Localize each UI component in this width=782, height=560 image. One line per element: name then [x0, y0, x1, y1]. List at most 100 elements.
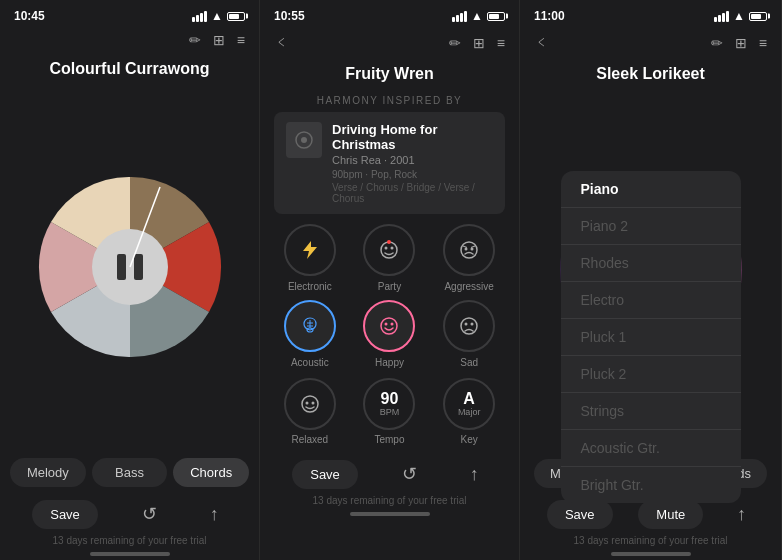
share-button-2[interactable]: ↑ — [462, 460, 487, 489]
mood-circle-acoustic[interactable] — [284, 300, 336, 352]
reset-button-2[interactable]: ↺ — [394, 459, 425, 489]
song-title: Driving Home for Christmas — [332, 122, 493, 152]
mood-party[interactable]: Party — [354, 224, 426, 292]
svg-point-23 — [461, 318, 477, 334]
mood-label-party: Party — [378, 281, 401, 292]
bottom-tabs-1[interactable]: Melody Bass Chords — [0, 448, 259, 493]
signal-icon-2 — [452, 11, 467, 22]
mood-happy[interactable]: Happy — [354, 300, 426, 368]
edit-icon-3[interactable]: ✏ — [711, 35, 723, 51]
svg-point-27 — [305, 402, 308, 405]
grid-icon[interactable]: ⊞ — [213, 32, 225, 48]
top-nav-1: ✏ ⊞ ≡ — [0, 28, 259, 56]
grid-icon-2[interactable]: ⊞ — [473, 35, 485, 51]
share-button-3[interactable]: ↑ — [729, 500, 754, 529]
nav-icons-3[interactable]: ✏ ⊞ ≡ — [711, 35, 767, 51]
save-button-3[interactable]: Save — [547, 500, 613, 529]
dropdown-item-piano[interactable]: Piano — [561, 171, 741, 208]
save-button-2[interactable]: Save — [292, 460, 358, 489]
svg-point-9 — [391, 247, 394, 250]
mood-sad[interactable]: Sad — [433, 300, 505, 368]
dropdown-item-pluck1[interactable]: Pluck 1 — [561, 319, 741, 356]
wheel-svg-1[interactable] — [30, 167, 230, 367]
mood-circle-happy[interactable] — [363, 300, 415, 352]
svg-point-10 — [387, 240, 391, 244]
dropdown-item-strings[interactable]: Strings — [561, 393, 741, 430]
instrument-dropdown[interactable]: Piano Piano 2 Rhodes Electro Pluck 1 Plu… — [561, 171, 741, 503]
wifi-icon: ▲ — [211, 9, 223, 23]
metrics-row[interactable]: Relaxed 90 BPM Tempo A Major Key — [260, 378, 519, 453]
svg-line-14 — [463, 246, 467, 248]
song-info: Driving Home for Christmas Chris Rea · 2… — [332, 122, 493, 204]
battery-icon-3 — [749, 12, 767, 21]
dropdown-item-bright-gtr[interactable]: Bright Gtr. — [561, 467, 741, 503]
metric-circle-key[interactable]: A Major — [443, 378, 495, 430]
tab-bass-1[interactable]: Bass — [92, 458, 168, 487]
svg-point-20 — [381, 318, 397, 334]
mood-label-acoustic: Acoustic — [291, 357, 329, 368]
menu-icon-2[interactable]: ≡ — [497, 35, 505, 51]
svg-rect-1 — [117, 254, 126, 280]
mood-electronic[interactable]: Electronic — [274, 224, 346, 292]
mood-circle-electronic[interactable] — [284, 224, 336, 276]
song-card[interactable]: Driving Home for Christmas Chris Rea · 2… — [274, 112, 505, 214]
tab-melody-1[interactable]: Melody — [10, 458, 86, 487]
dropdown-item-electro[interactable]: Electro — [561, 282, 741, 319]
trial-text-3: 13 days remaining of your free trial — [520, 533, 781, 552]
moods-grid[interactable]: Electronic Party — [260, 224, 519, 378]
metric-label-relaxed: Relaxed — [291, 434, 328, 445]
metric-label-tempo: Tempo — [374, 434, 404, 445]
svg-point-28 — [311, 402, 314, 405]
bottom-toolbar-2[interactable]: Save ↺ ↑ — [260, 453, 519, 493]
dropdown-item-acoustic-gtr[interactable]: Acoustic Gtr. — [561, 430, 741, 467]
song-structure: Verse / Chorus / Bridge / Verse / Chorus — [332, 182, 493, 204]
dropdown-item-rhodes[interactable]: Rhodes — [561, 245, 741, 282]
mute-button-3[interactable]: Mute — [638, 500, 703, 529]
grid-icon-3[interactable]: ⊞ — [735, 35, 747, 51]
time-1: 10:45 — [14, 9, 45, 23]
svg-point-12 — [465, 248, 468, 251]
metric-circle-relaxed[interactable] — [284, 378, 336, 430]
bottom-toolbar-1[interactable]: Save ↺ ↑ — [0, 493, 259, 533]
metric-relaxed[interactable]: Relaxed — [284, 378, 336, 445]
reset-button-1[interactable]: ↺ — [134, 499, 165, 529]
svg-point-8 — [385, 247, 388, 250]
nav-icons-1[interactable]: ✏ ⊞ ≡ — [189, 32, 245, 48]
menu-icon-3[interactable]: ≡ — [759, 35, 767, 51]
share-button-1[interactable]: ↑ — [202, 500, 227, 529]
edit-icon-2[interactable]: ✏ — [449, 35, 461, 51]
edit-icon[interactable]: ✏ — [189, 32, 201, 48]
top-nav-3: ﹤ ✏ ⊞ ≡ — [520, 28, 781, 61]
dropdown-item-piano2[interactable]: Piano 2 — [561, 208, 741, 245]
status-bar-1: 10:45 ▲ — [0, 0, 259, 28]
back-chevron-2[interactable]: ﹤ — [274, 32, 290, 53]
mood-label-sad: Sad — [460, 357, 478, 368]
panel2-title: Fruity Wren — [260, 61, 519, 91]
mood-circle-party[interactable] — [363, 224, 415, 276]
svg-point-13 — [471, 248, 474, 251]
time-3: 11:00 — [534, 9, 565, 23]
mood-aggressive[interactable]: Aggressive — [433, 224, 505, 292]
home-indicator-1 — [90, 552, 170, 556]
dropdown-item-pluck2[interactable]: Pluck 2 — [561, 356, 741, 393]
battery-icon — [227, 12, 245, 21]
nav-icons-2[interactable]: ✏ ⊞ ≡ — [449, 35, 505, 51]
status-bar-3: 11:00 ▲ — [520, 0, 781, 28]
save-button-1[interactable]: Save — [32, 500, 98, 529]
metric-tempo[interactable]: 90 BPM Tempo — [363, 378, 415, 445]
panel3-title: Sleek Lorikeet — [520, 61, 781, 91]
tab-chords-1[interactable]: Chords — [173, 458, 249, 487]
wifi-icon-3: ▲ — [733, 9, 745, 23]
harmony-label: HARMONY INSPIRED BY — [260, 91, 519, 112]
mood-acoustic[interactable]: Acoustic — [274, 300, 346, 368]
metric-label-key: Key — [461, 434, 478, 445]
metric-key[interactable]: A Major Key — [443, 378, 495, 445]
menu-icon[interactable]: ≡ — [237, 32, 245, 48]
back-chevron-3[interactable]: ﹤ — [534, 32, 550, 53]
metric-circle-tempo[interactable]: 90 BPM — [363, 378, 415, 430]
song-bpm: 90bpm · Pop, Rock — [332, 169, 493, 180]
mood-circle-sad[interactable] — [443, 300, 495, 352]
key-unit: Major — [458, 407, 481, 417]
mood-circle-aggressive[interactable] — [443, 224, 495, 276]
svg-line-15 — [471, 246, 475, 248]
